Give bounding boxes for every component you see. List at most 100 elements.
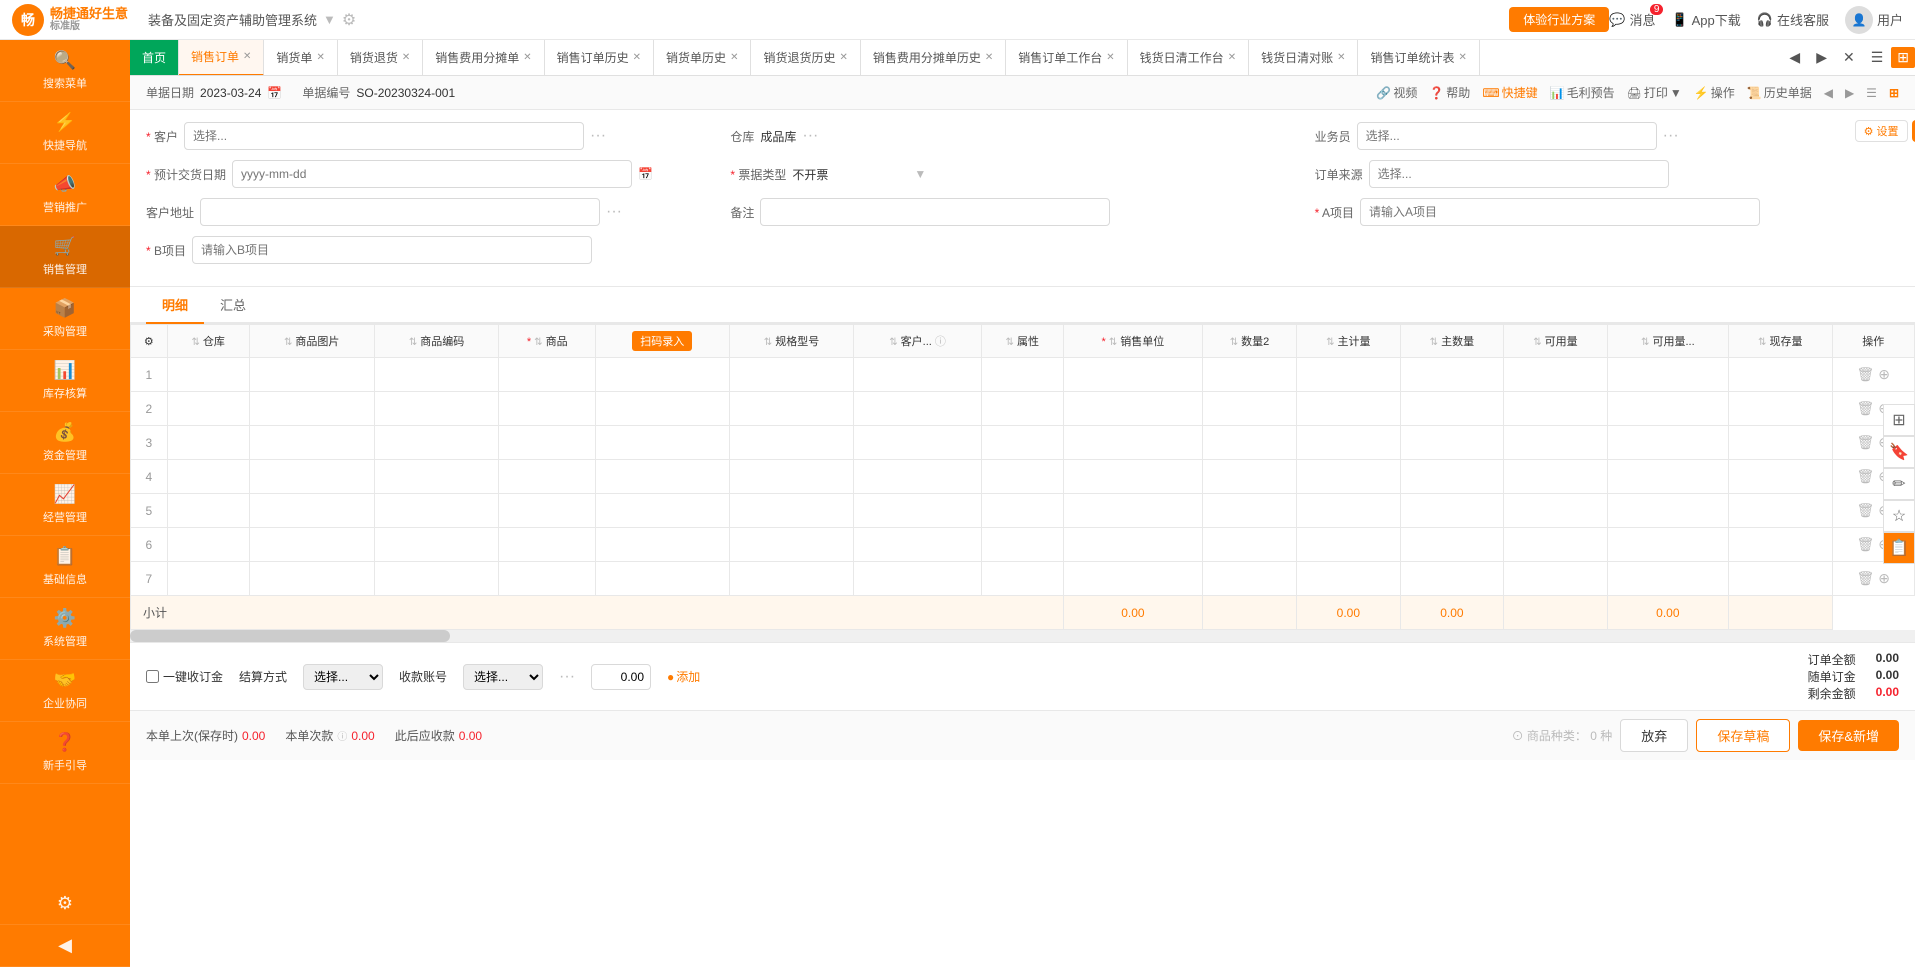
cell-7-5[interactable]	[595, 562, 729, 596]
account-select[interactable]: 选择...	[463, 664, 543, 690]
cell-6-13[interactable]	[1504, 528, 1608, 562]
sidebar-item-purchase[interactable]: 📦采购管理	[0, 288, 130, 350]
cell-7-9[interactable]	[1063, 562, 1202, 596]
cell-3-9[interactable]	[1063, 426, 1202, 460]
cell-6-1[interactable]	[167, 528, 249, 562]
scrollbar[interactable]	[130, 630, 1915, 642]
remark-input[interactable]	[760, 198, 1110, 226]
settings-mini-btn[interactable]: ⚙ 设置	[1855, 120, 1908, 142]
cell-3-2[interactable]	[249, 426, 374, 460]
sidebar-item-enterprise[interactable]: 🤝企业协同	[0, 660, 130, 722]
sidebar-item-sales[interactable]: 🛒销售管理	[0, 226, 130, 288]
cell-1-9[interactable]	[1063, 358, 1202, 392]
th-product-image[interactable]: ⇅ 商品图片	[249, 325, 374, 358]
add-payment-btn[interactable]: ● 添加	[667, 668, 700, 685]
system-dropdown-icon[interactable]: ▼	[323, 12, 336, 27]
settings-icon[interactable]: ⚙	[342, 10, 356, 30]
right-btn-5[interactable]: 📋	[1883, 532, 1915, 564]
invoice-type-dropdown-icon[interactable]: ▼	[914, 167, 926, 181]
settlement-select[interactable]: 选择...	[303, 664, 383, 690]
print-btn[interactable]: 🖨 打印 ▼	[1627, 84, 1682, 101]
cell-5-3[interactable]	[374, 494, 499, 528]
tab-close-icon[interactable]: ✕	[523, 52, 531, 63]
nav-next-icon[interactable]: ▶	[1845, 86, 1854, 100]
detail-tab-detail[interactable]: 明细	[146, 287, 204, 324]
cell-6-11[interactable]	[1297, 528, 1401, 562]
cell-1-12[interactable]	[1400, 358, 1504, 392]
th-customer-attr[interactable]: ⇅ 客户... ⓘ	[854, 325, 981, 358]
tab-close-icon[interactable]: ✕	[1228, 52, 1236, 63]
cell-6-7[interactable]	[854, 528, 981, 562]
cell-5-2[interactable]	[249, 494, 374, 528]
cell-3-13[interactable]	[1504, 426, 1608, 460]
cell-3-10[interactable]	[1202, 426, 1296, 460]
cell-2-11[interactable]	[1297, 392, 1401, 426]
cell-5-5[interactable]	[595, 494, 729, 528]
cell-2-13[interactable]	[1504, 392, 1608, 426]
address-input[interactable]	[200, 198, 600, 226]
order-source-input[interactable]	[1369, 160, 1669, 188]
sidebar-item-operations[interactable]: 📈经营管理	[0, 474, 130, 536]
cell-2-15[interactable]	[1729, 392, 1833, 426]
tab-close-icon[interactable]: ✕	[1459, 52, 1467, 63]
cell-4-7[interactable]	[854, 460, 981, 494]
cell-5-12[interactable]	[1400, 494, 1504, 528]
tab-close-icon[interactable]: ✕	[730, 52, 738, 63]
tab-sales-workbench[interactable]: 销售订单工作台✕	[1006, 40, 1127, 76]
right-btn-2[interactable]: 🔖	[1883, 436, 1915, 468]
cell-6-4[interactable]	[499, 528, 595, 562]
sidebar-item-finance[interactable]: 💰资金管理	[0, 412, 130, 474]
cell-3-8[interactable]	[981, 426, 1063, 460]
cell-7-2[interactable]	[249, 562, 374, 596]
cell-6-12[interactable]	[1400, 528, 1504, 562]
th-warehouse[interactable]: ⇅ 仓库	[167, 325, 249, 358]
messages-btn[interactable]: 💬 消息 9	[1609, 10, 1655, 29]
cell-3-15[interactable]	[1729, 426, 1833, 460]
cell-5-6[interactable]	[729, 494, 854, 528]
delete-row-btn[interactable]: 🗑	[1857, 468, 1875, 485]
current-info-icon[interactable]: ⓘ	[337, 728, 347, 743]
tab-more-btn[interactable]: ✕	[1835, 49, 1863, 66]
tab-sales-stats[interactable]: 销售订单统计表✕	[1358, 40, 1479, 76]
copy-row-btn[interactable]: ⊕	[1878, 366, 1890, 383]
delete-row-btn[interactable]: 🗑	[1857, 502, 1875, 519]
cell-2-10[interactable]	[1202, 392, 1296, 426]
cell-3-12[interactable]	[1400, 426, 1504, 460]
tab-sales-return-history[interactable]: 销货单历史✕	[654, 40, 751, 76]
delivery-date-picker-icon[interactable]: 📅	[638, 167, 653, 181]
th-stock[interactable]: ⇅ 现存量	[1729, 325, 1833, 358]
account-more-btn[interactable]: ···	[559, 668, 575, 686]
cell-3-14[interactable]	[1607, 426, 1728, 460]
one-click-checkbox[interactable]	[146, 670, 159, 683]
delivery-date-input[interactable]	[232, 160, 632, 188]
sidebar-item-marketing[interactable]: 📣营销推广	[0, 164, 130, 226]
cell-1-11[interactable]	[1297, 358, 1401, 392]
sidebar-item-base[interactable]: 📋基础信息	[0, 536, 130, 598]
cell-1-10[interactable]	[1202, 358, 1296, 392]
tab-sales-refund[interactable]: 销货退货✕	[338, 40, 423, 76]
cell-5-15[interactable]	[1729, 494, 1833, 528]
delete-row-btn[interactable]: 🗑	[1857, 400, 1875, 417]
cell-1-6[interactable]	[729, 358, 854, 392]
cell-6-10[interactable]	[1202, 528, 1296, 562]
tab-cash-daily[interactable]: 钱货日清工作台✕	[1128, 40, 1249, 76]
tab-expand-btn[interactable]: ⊞	[1891, 47, 1915, 68]
tab-close-icon[interactable]: ✕	[1106, 52, 1114, 63]
cell-3-11[interactable]	[1297, 426, 1401, 460]
b-project-input[interactable]	[192, 236, 592, 264]
view-btn[interactable]: 🔗 视频	[1376, 84, 1417, 101]
app-download-btn[interactable]: 📱 App下载	[1671, 10, 1740, 29]
view-toggle-icon[interactable]: ☰	[1866, 86, 1877, 100]
cell-7-7[interactable]	[854, 562, 981, 596]
cell-6-2[interactable]	[249, 528, 374, 562]
sidebar-item-search[interactable]: 🔍搜索菜单	[0, 40, 130, 102]
tab-cash-reconcile[interactable]: 钱货日清对账✕	[1249, 40, 1358, 76]
tab-home[interactable]: 首页	[130, 40, 179, 76]
one-click-label[interactable]: 一键收订金	[146, 668, 223, 685]
cell-2-9[interactable]	[1063, 392, 1202, 426]
cell-5-11[interactable]	[1297, 494, 1401, 528]
tab-close-icon[interactable]: ✕	[839, 52, 847, 63]
th-main-qty[interactable]: ⇅ 主数量	[1400, 325, 1504, 358]
cell-6-5[interactable]	[595, 528, 729, 562]
staff-more-btn[interactable]: ···	[1663, 127, 1679, 145]
